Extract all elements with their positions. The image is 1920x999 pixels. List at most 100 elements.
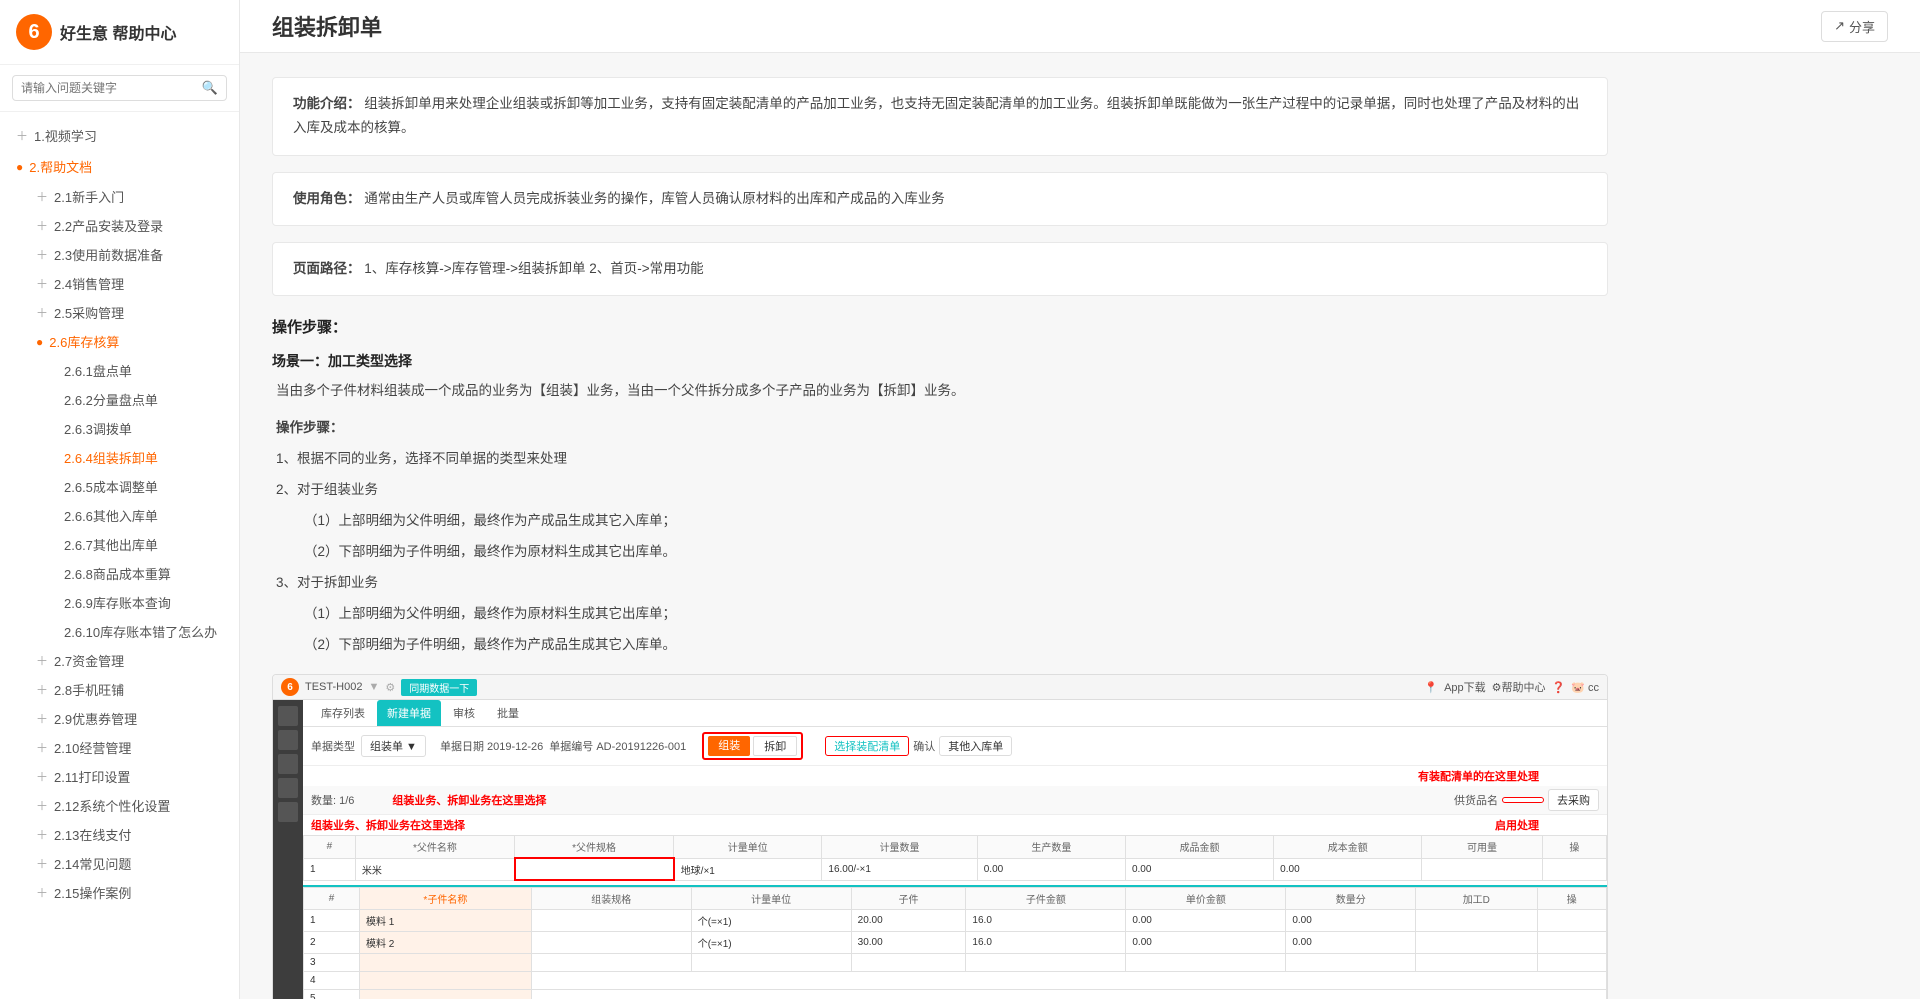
- sidebar-item-2-6-5[interactable]: 2.6.5成本调整单: [56, 472, 239, 501]
- sidebar-item-2-5[interactable]: ＋ 2.5采购管理: [28, 298, 239, 327]
- expand-icon: ＋: [36, 884, 48, 901]
- step2-sub1: （1）上部明细为父件明细，最终作为产成品生成其它入库单；: [276, 507, 1608, 534]
- sidebar-item-label: 2.5采购管理: [54, 303, 124, 322]
- steps-heading: 操作步骤：: [272, 316, 1608, 337]
- annotation-3-label: 启用处理: [1495, 817, 1539, 833]
- sidebar-item-label: 2.6.7其他出库单: [64, 535, 158, 554]
- collapse-icon: ●: [36, 335, 43, 349]
- sidebar-item-label: 2.13在线支付: [54, 825, 131, 844]
- mock-new-tab[interactable]: 新建单据: [377, 700, 441, 726]
- expand-icon: ＋: [36, 188, 48, 205]
- sidebar-item-2-6-1[interactable]: 2.6.1盘点单: [56, 356, 239, 385]
- sidebar-item-2-7[interactable]: ＋ 2.7资金管理: [28, 646, 239, 675]
- main-content: 组装拆卸单 ↗ 分享 功能介绍： 组装拆卸单用来处理企业组装或拆卸等加工业务，支…: [240, 0, 1920, 999]
- path-block: 页面路径： 1、库存核算->库存管理->组装拆卸单 2、首页->常用功能: [272, 242, 1608, 296]
- sidebar-item-label: 2.6.9库存账本查询: [64, 593, 171, 612]
- sidebar-item-label: 2.14常见问题: [54, 854, 131, 873]
- sidebar-item-label: 2.6.10库存账本错了怎么办: [64, 622, 217, 641]
- logo-icon: 6: [16, 14, 52, 50]
- share-icon: ↗: [1834, 18, 1845, 34]
- mock-type-btn-disassemble[interactable]: 拆卸: [753, 736, 797, 756]
- steps-detail: 操作步骤： 1、根据不同的业务，选择不同单据的类型来处理 2、对于组装业务 （1…: [272, 414, 1608, 658]
- sidebar-item-2-6-8[interactable]: 2.6.8商品成本重算: [56, 559, 239, 588]
- expand-icon: ＋: [36, 855, 48, 872]
- sidebar-item-2-6-2[interactable]: 2.6.2分量盘点单: [56, 385, 239, 414]
- path-label: 页面路径：: [293, 261, 361, 276]
- path-text: 1、库存核算->库存管理->组装拆卸单 2、首页->常用功能: [364, 261, 703, 276]
- scene1-desc: 当由多个子件材料组装成一个成品的业务为【组装】业务，当由一个父件拆分成多个子产品…: [272, 377, 1608, 404]
- sidebar: 6 好生意 帮助中心 🔍 ＋ 1.视频学习 ● 2.帮助文档 ＋ 2.1新手入门…: [0, 0, 240, 999]
- mock-type-dropdown[interactable]: 组装单 ▼: [361, 735, 426, 757]
- mock-supplier-input[interactable]: [1502, 797, 1544, 803]
- sidebar-item-label: 2.6.3调拨单: [64, 419, 132, 438]
- sidebar-item-2-1[interactable]: ＋ 2.1新手入门: [28, 182, 239, 211]
- search-input[interactable]: [21, 81, 202, 95]
- sidebar-item-2-12[interactable]: ＋ 2.12系统个性化设置: [28, 791, 239, 820]
- sidebar-item-label: 2.12系统个性化设置: [54, 796, 170, 815]
- sidebar-item-2-6-4[interactable]: 2.6.4组装拆卸单: [56, 443, 239, 472]
- sidebar-item-2-6-9[interactable]: 2.6.9库存账本查询: [56, 588, 239, 617]
- mock-type-btn-assemble[interactable]: 组装: [708, 736, 750, 756]
- search-icon[interactable]: 🔍: [202, 80, 218, 96]
- sidebar-item-2-11[interactable]: ＋ 2.11打印设置: [28, 762, 239, 791]
- sidebar-item-label: 2.11打印设置: [54, 767, 130, 786]
- sidebar-item-2-6-7[interactable]: 2.6.7其他出库单: [56, 530, 239, 559]
- sidebar-item-2-14[interactable]: ＋ 2.14常见问题: [28, 849, 239, 878]
- step3: 3、对于拆卸业务: [276, 569, 1608, 596]
- sidebar-item-label: 2.6.8商品成本重算: [64, 564, 171, 583]
- step1: 1、根据不同的业务，选择不同单据的类型来处理: [276, 445, 1608, 472]
- sidebar-item-2-6-3[interactable]: 2.6.3调拨单: [56, 414, 239, 443]
- sidebar-item-2-6-10[interactable]: 2.6.10库存账本错了怎么办: [56, 617, 239, 646]
- mock-action-btn[interactable]: 去采购: [1548, 789, 1599, 811]
- feature-intro-label: 功能介绍：: [293, 96, 361, 111]
- step2: 2、对于组装业务: [276, 476, 1608, 503]
- feature-intro-text: 组装拆卸单用来处理企业组装或拆卸等加工业务，支持有固定装配清单的产品加工业务，也…: [293, 96, 1579, 135]
- sidebar-sub-2-6: 2.6.1盘点单 2.6.2分量盘点单 2.6.3调拨单 2.6.4组装拆卸单 …: [28, 356, 239, 646]
- sidebar-item-label: 2.6.2分量盘点单: [64, 390, 158, 409]
- share-button[interactable]: ↗ 分享: [1821, 11, 1888, 42]
- expand-icon: ＋: [36, 275, 48, 292]
- sidebar-item-label: 2.6.1盘点单: [64, 361, 132, 380]
- sidebar-item-label: 2.6.6其他入库单: [64, 506, 158, 525]
- expand-icon: ＋: [36, 710, 48, 727]
- sidebar-item-2-10[interactable]: ＋ 2.10经营管理: [28, 733, 239, 762]
- sidebar-item-2-2[interactable]: ＋ 2.2产品安装及登录: [28, 211, 239, 240]
- sidebar-item-label: 2.4销售管理: [54, 274, 124, 293]
- page-title: 组装拆卸单: [272, 10, 382, 42]
- step3-sub2: （2）下部明细为子件明细，最终作为产成品生成其它入库单。: [276, 631, 1608, 658]
- sidebar-item-2-9[interactable]: ＋ 2.9优惠券管理: [28, 704, 239, 733]
- sidebar-item-label: 2.7资金管理: [54, 651, 124, 670]
- steps-intro: 操作步骤：: [276, 414, 1608, 441]
- sidebar-item-2-6-6[interactable]: 2.6.6其他入库单: [56, 501, 239, 530]
- annotation-2: 组装业务、拆卸业务在这里选择: [392, 792, 546, 808]
- expand-icon: ＋: [36, 217, 48, 234]
- sidebar-item-2-15[interactable]: ＋ 2.15操作案例: [28, 878, 239, 907]
- sidebar-item-2-3[interactable]: ＋ 2.3使用前数据准备: [28, 240, 239, 269]
- sidebar-item-label: 2.9优惠券管理: [54, 709, 137, 728]
- feature-intro-block: 功能介绍： 组装拆卸单用来处理企业组装或拆卸等加工业务，支持有固定装配清单的产品…: [272, 77, 1608, 156]
- sidebar-item-label: 2.帮助文档: [29, 157, 92, 176]
- sidebar-item-2-4[interactable]: ＋ 2.4销售管理: [28, 269, 239, 298]
- sidebar-item-2-8[interactable]: ＋ 2.8手机旺铺: [28, 675, 239, 704]
- mock-save-btn[interactable]: 其他入库单: [939, 736, 1012, 756]
- sidebar-item-label: 2.8手机旺铺: [54, 680, 124, 699]
- expand-icon: ＋: [36, 826, 48, 843]
- collapse-icon: ●: [16, 160, 23, 174]
- sidebar-sub-docs: ＋ 2.1新手入门 ＋ 2.2产品安装及登录 ＋ 2.3使用前数据准备 ＋ 2.…: [0, 182, 239, 907]
- sidebar-item-2-13[interactable]: ＋ 2.13在线支付: [28, 820, 239, 849]
- role-block: 使用角色： 通常由生产人员或库管人员完成拆装业务的操作，库管人员确认原材料的出库…: [272, 172, 1608, 226]
- sidebar-item-video[interactable]: ＋ 1.视频学习: [0, 120, 239, 151]
- sidebar-item-docs[interactable]: ● 2.帮助文档: [0, 151, 239, 182]
- expand-icon: ＋: [36, 304, 48, 321]
- mock-confirm-btn[interactable]: 选择装配清单: [825, 736, 909, 756]
- scene1-heading: 场景一：加工类型选择: [272, 351, 1608, 371]
- sidebar-item-label: 2.10经营管理: [54, 738, 131, 757]
- expand-icon: ＋: [36, 681, 48, 698]
- search-box[interactable]: 🔍: [12, 75, 227, 101]
- role-text: 通常由生产人员或库管人员完成拆装业务的操作，库管人员确认原材料的出库和产成品的入…: [364, 191, 945, 206]
- content-area: 功能介绍： 组装拆卸单用来处理企业组装或拆卸等加工业务，支持有固定装配清单的产品…: [240, 53, 1640, 999]
- mock-type-selector: 组装 拆卸: [702, 732, 803, 760]
- sidebar-item-label: 2.2产品安装及登录: [54, 216, 163, 235]
- annotation-2-label: 组装业务、拆卸业务在这里选择: [311, 817, 465, 833]
- sidebar-item-2-6[interactable]: ● 2.6库存核算: [28, 327, 239, 356]
